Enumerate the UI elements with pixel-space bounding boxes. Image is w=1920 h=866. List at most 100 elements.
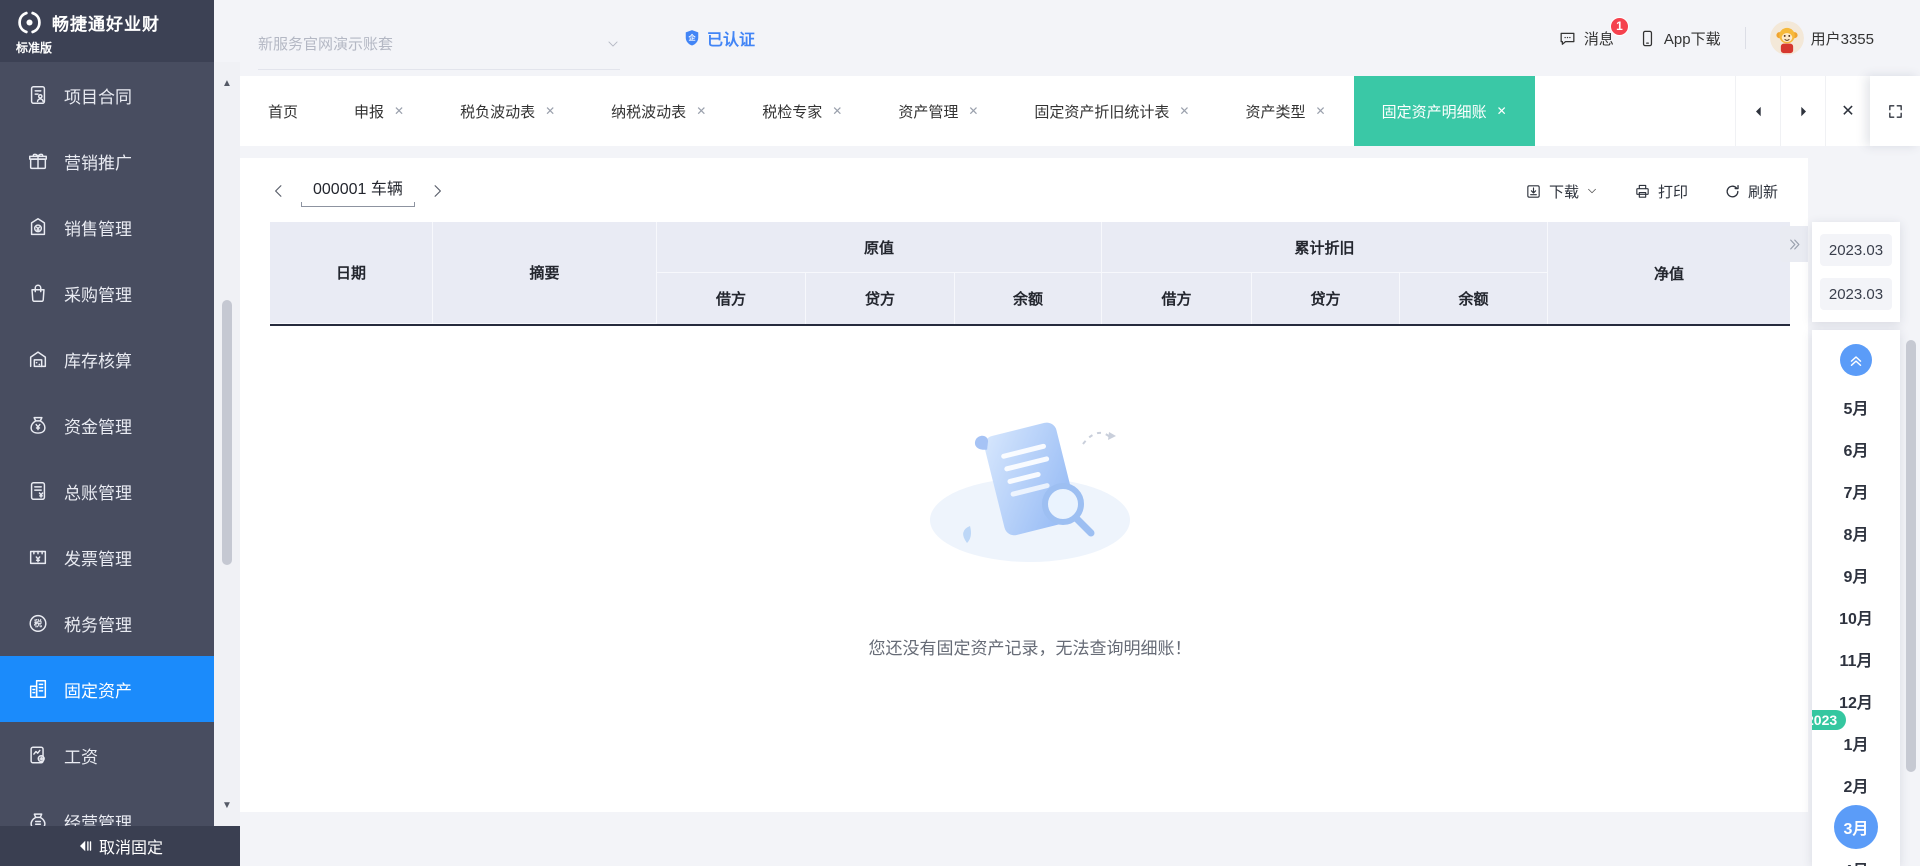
month-item[interactable]: 4月 xyxy=(1812,848,1900,866)
tab-close-icon[interactable]: ✕ xyxy=(1179,104,1189,118)
print-button[interactable]: 打印 xyxy=(1634,181,1688,202)
chevron-down-icon xyxy=(606,37,620,51)
download-button[interactable]: 下载 xyxy=(1525,181,1598,202)
prev-asset-button[interactable] xyxy=(270,182,288,200)
sidebar-item-inventory[interactable]: 库存核算 xyxy=(0,326,214,392)
sidebar: 畅捷通好业财 标准版 项目合同 营销推广销售管理采购管理库存核算资金管理总账管理发… xyxy=(0,0,214,866)
tab-close-icon[interactable]: ✕ xyxy=(968,104,978,118)
tab[interactable]: 资产类型 ✕ xyxy=(1217,76,1353,146)
contract-icon xyxy=(27,84,49,106)
panel-toolbar: 000001 车辆 下载 打印 刷新 xyxy=(270,168,1778,214)
jump-to-top-button[interactable] xyxy=(1840,344,1872,376)
column-header-date: 日期 xyxy=(270,222,433,324)
page-scrollbar-thumb[interactable] xyxy=(1906,340,1916,772)
double-chevron-up-icon xyxy=(1847,351,1865,369)
tab-close-icon[interactable]: ✕ xyxy=(1316,104,1326,118)
column-header-credit: 贷方 xyxy=(806,273,955,324)
messages-button[interactable]: 消息 1 xyxy=(1558,16,1629,49)
sidebar-item-ledger[interactable]: 总账管理 xyxy=(0,458,214,524)
tab[interactable]: 申报 ✕ xyxy=(326,76,432,146)
tab[interactable]: 纳税波动表 ✕ xyxy=(583,76,734,146)
sidebar-item-tax[interactable]: 税 税务管理 xyxy=(0,590,214,656)
close-tabs-button[interactable]: ✕ xyxy=(1825,76,1870,146)
purchase-icon xyxy=(27,282,49,304)
collapse-period-panel-button[interactable] xyxy=(1780,226,1808,262)
tab[interactable]: 税检专家 ✕ xyxy=(734,76,870,146)
payroll-icon xyxy=(27,744,49,766)
sidebar-item-contract[interactable]: 项目合同 xyxy=(0,62,214,128)
month-item[interactable]: 8月 xyxy=(1812,512,1900,554)
sidebar-scroll-down-icon[interactable]: ▼ xyxy=(214,792,240,818)
sidebar-item-label: 税务管理 xyxy=(64,615,132,635)
month-item[interactable]: 5月 xyxy=(1812,386,1900,428)
month-item[interactable]: 2月 xyxy=(1812,764,1900,806)
tab[interactable]: 税负波动表 ✕ xyxy=(432,76,583,146)
tab[interactable]: 固定资产明细账 ✕ xyxy=(1353,76,1535,146)
next-asset-button[interactable] xyxy=(428,182,446,200)
tax-icon: 税 xyxy=(27,612,49,634)
tab-label: 税检专家 xyxy=(762,103,823,121)
tab[interactable]: 固定资产折旧统计表 ✕ xyxy=(1006,76,1217,146)
tab-close-icon[interactable]: ✕ xyxy=(545,104,555,118)
account-select[interactable]: 新服务官网演示账套 xyxy=(258,18,620,70)
month-item[interactable]: 7月 xyxy=(1812,470,1900,512)
username-label: 用户3355 xyxy=(1810,30,1874,48)
tab-label: 固定资产折旧统计表 xyxy=(1034,103,1170,121)
sidebar-item-label: 总账管理 xyxy=(64,483,132,503)
sidebar-item-label: 库存核算 xyxy=(64,351,132,371)
app-title: 畅捷通好业财 xyxy=(52,15,160,34)
sidebar-item-purchase[interactable]: 采购管理 xyxy=(0,260,214,326)
sidebar-item-sales[interactable]: 销售管理 xyxy=(0,194,214,260)
sidebar-item-invoice[interactable]: 发票管理 xyxy=(0,524,214,590)
month-item[interactable]: 10月 xyxy=(1812,596,1900,638)
tab-list: 首页 申报 ✕ 税负波动表 ✕ 纳税波动表 ✕ 税检专家 ✕ 资产管理 ✕ 固定资产折旧统计表 ✕ 资产类… xyxy=(240,76,1735,146)
sidebar-item-promo[interactable]: 营销推广 xyxy=(0,128,214,194)
tab-scroll-right-button[interactable] xyxy=(1780,76,1825,146)
download-icon xyxy=(1525,183,1542,200)
sidebar-item-fixed-assets[interactable]: 固定资产 xyxy=(0,656,214,722)
sidebar-item-label: 工资 xyxy=(64,747,98,767)
month-item[interactable]: 6月 xyxy=(1812,428,1900,470)
sidebar-menu: 项目合同 营销推广销售管理采购管理库存核算资金管理总账管理发票管理税 税务管理固定资… xyxy=(0,62,214,826)
verified-label: 已认证 xyxy=(707,32,756,49)
refresh-button[interactable]: 刷新 xyxy=(1724,181,1778,202)
month-navigator: 5月6月7月8月9月10月11月12月1月2月3月4月2023 xyxy=(1812,330,1900,866)
fixed-assets-icon xyxy=(27,678,49,700)
sidebar-scrollbar-thumb[interactable] xyxy=(222,300,232,565)
operations-icon xyxy=(27,810,49,826)
tab[interactable]: 资产管理 ✕ xyxy=(870,76,1006,146)
month-item[interactable]: 3月 xyxy=(1834,805,1878,849)
tab-scroll-left-button[interactable] xyxy=(1735,76,1780,146)
sidebar-item-operations[interactable]: 经营管理 xyxy=(0,788,214,826)
month-item[interactable]: 9月 xyxy=(1812,554,1900,596)
caret-right-icon xyxy=(1796,104,1811,119)
app-download-button[interactable]: App下载 xyxy=(1638,28,1721,49)
sidebar-item-funds[interactable]: 资金管理 xyxy=(0,392,214,458)
logo-block: 畅捷通好业财 标准版 xyxy=(0,0,214,62)
svg-text:企: 企 xyxy=(687,33,696,42)
asset-label: 000001 车辆 xyxy=(313,181,403,198)
column-group-original-value: 原值 xyxy=(657,222,1102,273)
tab-close-icon[interactable]: ✕ xyxy=(832,104,842,118)
asset-selector[interactable]: 000001 车辆 xyxy=(301,175,415,207)
period-to[interactable]: 2023.03 xyxy=(1820,278,1892,310)
month-item[interactable]: 11月 xyxy=(1812,638,1900,680)
sidebar-item-payroll[interactable]: 工资 xyxy=(0,722,214,788)
unpin-label: 取消固定 xyxy=(98,840,163,857)
tab[interactable]: 首页 xyxy=(240,76,326,146)
tab-close-icon[interactable]: ✕ xyxy=(394,104,404,118)
sales-icon xyxy=(27,216,49,238)
tab-close-icon[interactable]: ✕ xyxy=(696,104,706,118)
svg-text:税: 税 xyxy=(34,619,43,629)
unpin-sidebar-button[interactable]: 取消固定 xyxy=(0,826,240,866)
avatar xyxy=(1769,21,1804,55)
sidebar-scroll-up-icon[interactable]: ▲ xyxy=(214,70,240,96)
ledger-icon xyxy=(27,480,49,502)
tab-close-icon[interactable]: ✕ xyxy=(1497,104,1507,118)
fullscreen-button[interactable] xyxy=(1870,76,1920,146)
sidebar-item-label: 销售管理 xyxy=(64,219,132,239)
printer-icon xyxy=(1634,183,1651,200)
period-from[interactable]: 2023.03 xyxy=(1820,234,1892,266)
user-menu[interactable]: 用户3355 xyxy=(1769,21,1874,55)
column-header-net-value: 净值 xyxy=(1653,265,1684,283)
